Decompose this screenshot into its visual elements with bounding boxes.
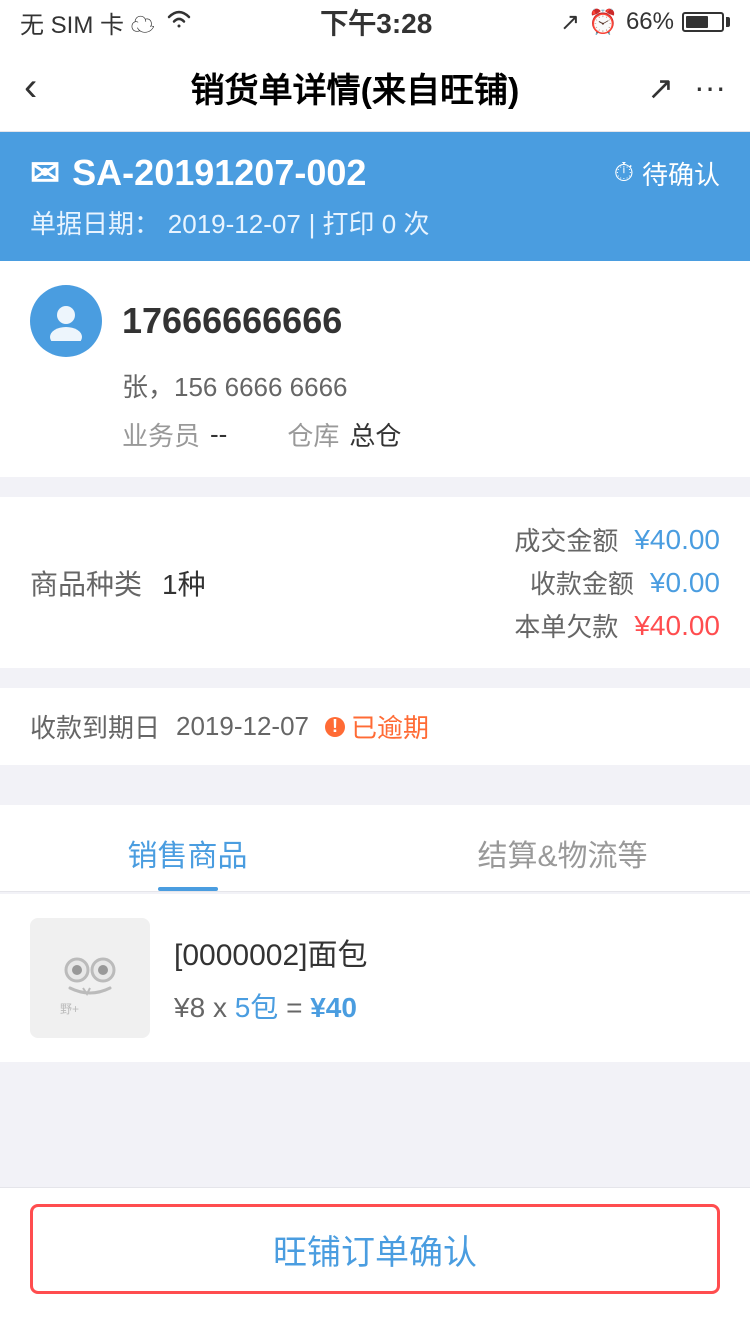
tabs-row: 销售商品 结算&物流等 — [0, 805, 750, 891]
amount-row: 成交金额 ¥40.00 — [514, 521, 720, 558]
customer-phone-row: 17666666666 — [30, 285, 720, 357]
customer-phone: 17666666666 — [122, 300, 342, 342]
tab-settlement[interactable]: 结算&物流等 — [375, 805, 750, 891]
tab-settlement-label: 结算&物流等 — [477, 840, 647, 873]
product-mult: x — [213, 992, 227, 1023]
order-date-label: 单据日期： — [30, 209, 160, 239]
owed-label: 本单欠款 — [514, 607, 618, 644]
staff-label: 业务员 — [122, 416, 200, 453]
confirm-order-button[interactable]: 旺铺订单确认 — [30, 1204, 720, 1294]
tab-products-label: 销售商品 — [128, 840, 248, 873]
product-price: ¥8 — [174, 992, 205, 1023]
customer-card: 17666666666 张，156 6666 6666 业务员 -- 仓库 总仓 — [0, 261, 750, 477]
battery-icon — [682, 12, 730, 32]
product-qty: 5包 — [235, 992, 279, 1023]
amount-value: ¥40.00 — [634, 524, 720, 556]
divider-2 — [0, 668, 750, 688]
battery-label: 66% — [626, 8, 674, 36]
overdue-icon: ! — [325, 717, 345, 737]
staff-value: -- — [210, 419, 227, 450]
divider-1 — [0, 477, 750, 497]
order-id: ✉ SA-20191207-002 — [30, 152, 366, 194]
product-calc: ¥8 x 5包 = ¥40 — [174, 986, 720, 1026]
location-icon: ↗ — [560, 8, 580, 37]
alarm-icon: ⏰ — [588, 8, 618, 37]
warehouse-item: 仓库 总仓 — [287, 416, 401, 453]
more-button[interactable]: ··· — [694, 69, 726, 106]
status-text: 待确认 — [642, 155, 720, 192]
nav-bar: ‹ 销货单详情(来自旺铺) ↗ ··· — [0, 44, 750, 132]
tab-products[interactable]: 销售商品 — [0, 805, 375, 891]
received-value: ¥0.00 — [650, 567, 720, 599]
product-total: ¥40 — [310, 992, 357, 1023]
bottom-bar: 旺铺订单确认 — [0, 1187, 750, 1334]
amounts-group: 成交金额 ¥40.00 收款金额 ¥0.00 本单欠款 ¥40.00 — [514, 521, 720, 644]
order-date-value: 2019-12-07 — [168, 209, 301, 239]
product-type-value: 1种 — [162, 563, 206, 603]
owed-value: ¥40.00 — [634, 610, 720, 642]
warehouse-label: 仓库 — [287, 416, 339, 453]
product-card: 野+ [0000002]面包 ¥8 x 5包 = ¥40 — [0, 894, 750, 1062]
amount-label: 成交金额 — [514, 521, 618, 558]
overdue-text: 已逾期 — [351, 708, 429, 745]
product-info: [0000002]面包 ¥8 x 5包 = ¥40 — [174, 930, 720, 1026]
product-type-label: 商品种类 — [30, 563, 142, 603]
received-label: 收款金额 — [530, 564, 634, 601]
product-thumbnail: 野+ — [30, 918, 150, 1038]
due-date-value: 2019-12-07 — [176, 711, 309, 742]
customer-avatar — [30, 285, 102, 357]
customer-meta: 业务员 -- 仓库 总仓 — [122, 416, 720, 453]
overdue-badge: ! 已逾期 — [325, 708, 429, 745]
order-print-info: | 打印 0 次 — [309, 209, 430, 239]
share-button[interactable]: ↗ — [647, 69, 674, 107]
order-date-row: 单据日期： 2019-12-07 | 打印 0 次 — [30, 204, 720, 241]
customer-name: 张，156 6666 6666 — [122, 367, 720, 404]
order-header: ✉ SA-20191207-002 ⏱ 待确认 单据日期： 2019-12-07… — [0, 132, 750, 261]
confirm-button-label: 旺铺订单确认 — [273, 1225, 477, 1274]
status-clock-icon: ⏱ — [614, 157, 634, 189]
order-status: ⏱ 待确认 — [614, 155, 720, 192]
summary-row: 商品种类 1种 成交金额 ¥40.00 收款金额 ¥0.00 本单欠款 ¥40.… — [30, 521, 720, 644]
order-id-text: SA-20191207-002 — [72, 152, 366, 194]
owed-row: 本单欠款 ¥40.00 — [514, 607, 720, 644]
sim-label: 无 SIM 卡 ☁ — [20, 5, 155, 40]
back-button[interactable]: ‹ — [24, 65, 84, 110]
summary-card: 商品种类 1种 成交金额 ¥40.00 收款金额 ¥0.00 本单欠款 ¥40.… — [0, 497, 750, 668]
product-type-group: 商品种类 1种 — [30, 563, 206, 603]
status-time: 下午3:28 — [320, 2, 432, 42]
tabs-container: 销售商品 结算&物流等 — [0, 805, 750, 892]
status-right: ↗ ⏰ 66% — [560, 8, 730, 37]
nav-actions: ↗ ··· — [626, 69, 726, 107]
order-id-icon: ✉ — [30, 152, 60, 194]
wifi-icon — [165, 8, 193, 37]
received-row: 收款金额 ¥0.00 — [530, 564, 720, 601]
divider-3 — [0, 765, 750, 785]
warehouse-value: 总仓 — [349, 416, 401, 453]
status-left: 无 SIM 卡 ☁ — [20, 5, 193, 40]
due-date-card: 收款到期日 2019-12-07 ! 已逾期 — [0, 688, 750, 765]
page-title: 销货单详情(来自旺铺) — [84, 63, 626, 112]
staff-item: 业务员 -- — [122, 416, 227, 453]
due-date-label: 收款到期日 — [30, 708, 160, 745]
product-eq: = — [286, 992, 302, 1023]
product-name: [0000002]面包 — [174, 930, 720, 974]
svg-text:野+: 野+ — [60, 1002, 79, 1016]
status-bar: 无 SIM 卡 ☁ 下午3:28 ↗ ⏰ 66% — [0, 0, 750, 44]
order-id-row: ✉ SA-20191207-002 ⏱ 待确认 — [30, 152, 720, 194]
